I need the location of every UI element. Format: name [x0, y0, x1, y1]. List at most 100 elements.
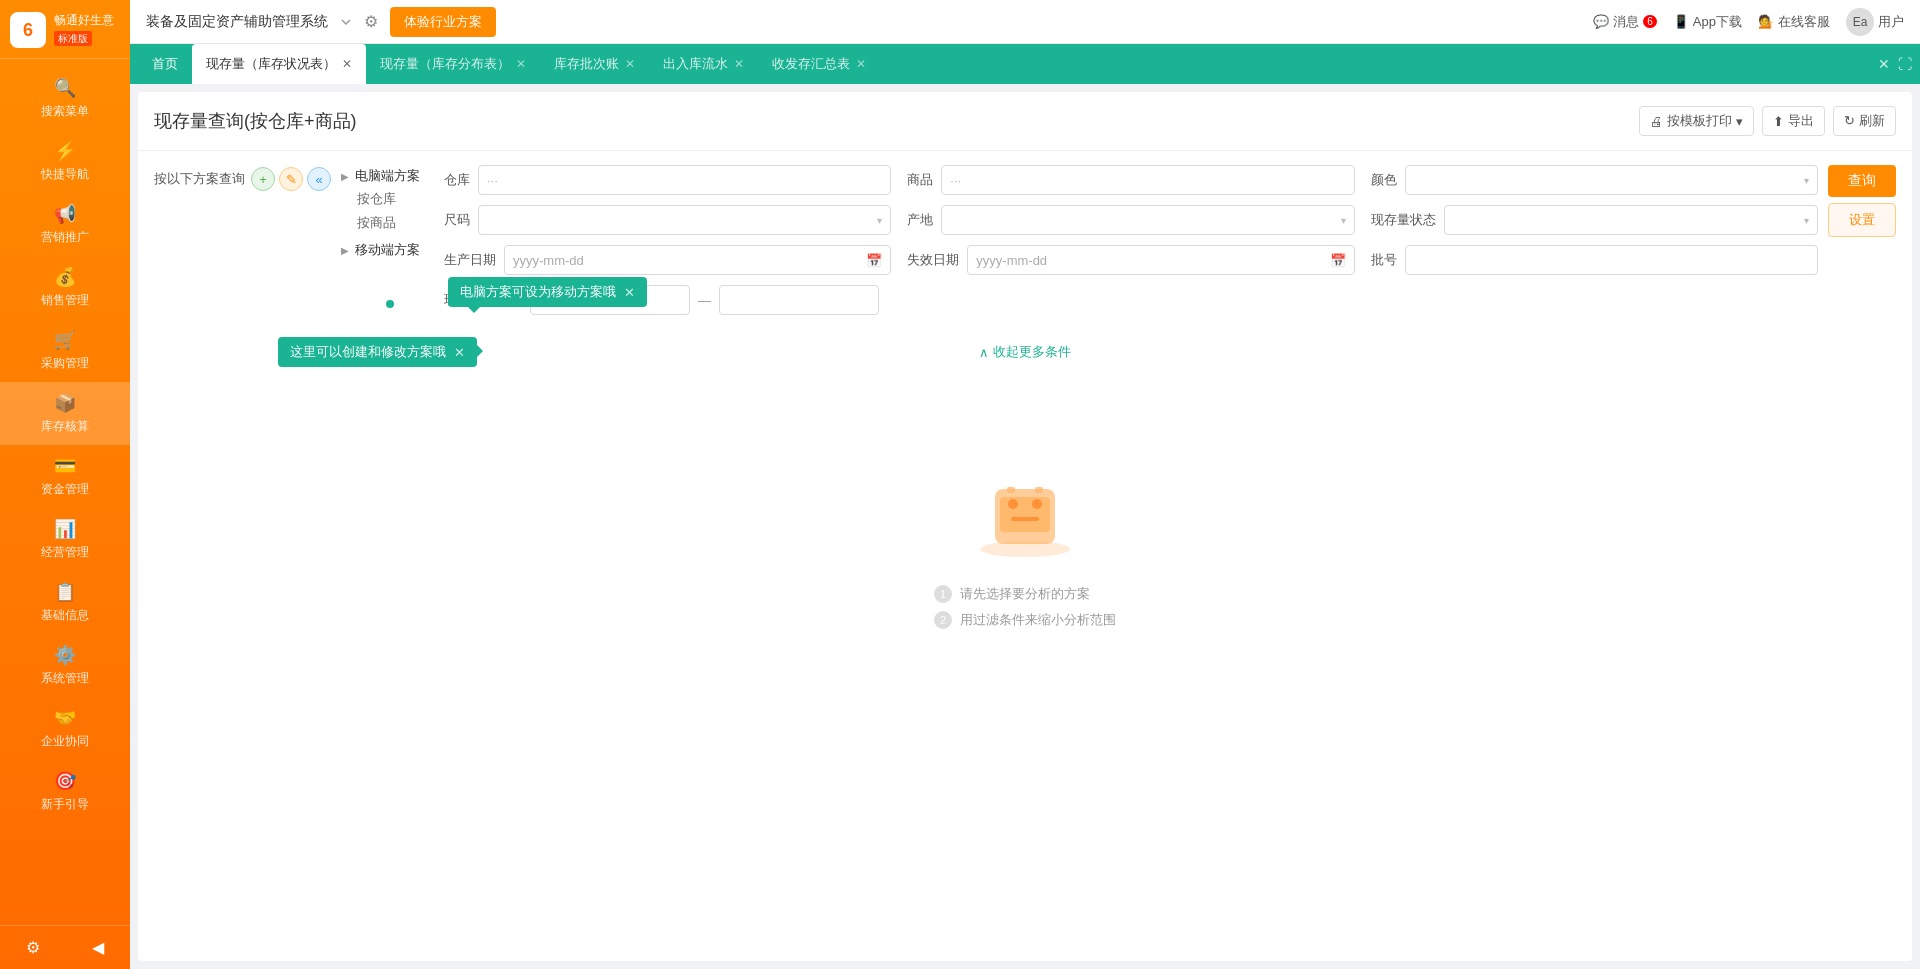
newbie-icon: 🎯 — [54, 770, 76, 792]
sidebar-settings-btn[interactable]: ⚙ — [26, 938, 40, 957]
svg-rect-7 — [1035, 487, 1043, 493]
goods-field: 商品 ··· — [907, 165, 1354, 195]
batch-label: 批号 — [1371, 251, 1397, 269]
system-select-btn[interactable] — [340, 16, 352, 28]
sidebar-bottom: ⚙ ◀ — [0, 925, 130, 969]
phone-icon: 📱 — [1673, 14, 1689, 29]
filter-fields-area: 仓库 ··· 商品 ··· — [444, 165, 1818, 325]
print-icon: 🖨 — [1650, 114, 1663, 129]
sidebar-item-search[interactable]: 🔍 搜索菜单 — [0, 67, 130, 130]
sidebar-item-enterprise[interactable]: 🤝 企业协同 — [0, 697, 130, 760]
sidebar-nav: 🔍 搜索菜单 ⚡ 快捷导航 📢 营销推广 💰 销售管理 🛒 采购管理 📦 库存核… — [0, 59, 130, 925]
scheme-item-warehouse[interactable]: 按仓库 — [357, 187, 420, 211]
tooltip-scheme-close-btn[interactable]: ✕ — [624, 285, 635, 300]
scheme-list: ▶ 电脑端方案 按仓库 按商品 — [337, 165, 420, 261]
empty-steps: 1 请先选择要分析的方案 2 用过滤条件来缩小分析范围 — [934, 585, 1116, 629]
goods-select[interactable]: ··· — [941, 165, 1354, 195]
scheme-item-goods[interactable]: 按商品 — [357, 211, 420, 235]
tab-close-all-btn[interactable]: ✕ — [1878, 56, 1890, 72]
empty-state: 1 请先选择要分析的方案 2 用过滤条件来缩小分析范围 — [138, 369, 1912, 709]
close-tab-batch-ledger[interactable]: ✕ — [625, 57, 635, 71]
refresh-icon: ↻ — [1844, 113, 1855, 128]
edit-scheme-btn[interactable]: ✎ — [279, 167, 303, 191]
close-tab-inventory-dist[interactable]: ✕ — [516, 57, 526, 71]
message-badge: 6 — [1643, 15, 1657, 28]
mobile-scheme-group: ▶ 移动端方案 — [341, 239, 420, 261]
online-service-btn[interactable]: 💁 在线客服 — [1758, 13, 1830, 31]
sidebar-item-finance[interactable]: 💳 资金管理 — [0, 445, 130, 508]
purchase-icon: 🛒 — [54, 329, 76, 351]
collapse-conditions-btn[interactable]: ∧ 收起更多条件 — [979, 343, 1071, 361]
batch-input[interactable] — [1405, 245, 1818, 275]
warehouse-select[interactable]: ··· — [478, 165, 891, 195]
tab-inventory-dist[interactable]: 现存量（库存分布表） ✕ — [366, 44, 540, 84]
service-icon: 💁 — [1758, 14, 1774, 29]
stock-main-max-input[interactable] — [719, 285, 879, 315]
mfg-date-input[interactable]: yyyy-mm-dd 📅 — [504, 245, 891, 275]
enterprise-icon: 🤝 — [54, 707, 76, 729]
header-right: 💬 消息 6 📱 App下载 💁 在线客服 Ea 用户 — [1593, 8, 1904, 36]
sidebar-item-newbie[interactable]: 🎯 新手引导 — [0, 760, 130, 823]
exp-date-input[interactable]: yyyy-mm-dd 📅 — [967, 245, 1354, 275]
tab-inventory-status[interactable]: 现存量（库存状况表） ✕ — [192, 44, 366, 84]
operation-icon: 📊 — [54, 518, 76, 540]
tab-home[interactable]: 首页 — [138, 44, 192, 84]
inventory-icon: 📦 — [54, 392, 76, 414]
tab-in-out-flow[interactable]: 出入库流水 ✕ — [649, 44, 758, 84]
sidebar-item-guide[interactable]: ⚡ 快捷导航 — [0, 130, 130, 193]
close-tab-inventory-status[interactable]: ✕ — [342, 57, 352, 71]
sidebar-item-system[interactable]: ⚙️ 系统管理 — [0, 634, 130, 697]
trial-btn[interactable]: 体验行业方案 — [390, 7, 496, 37]
content-area: 现存量查询(按仓库+商品) 🖨 按模板打印 ▾ ⬆ 导出 ↻ 刷新 — [138, 92, 1912, 961]
sidebar-item-purchase[interactable]: 🛒 采购管理 — [0, 319, 130, 382]
tab-expand-btn[interactable]: ⛶ — [1898, 56, 1912, 72]
sidebar-item-marketing[interactable]: 📢 营销推广 — [0, 193, 130, 256]
stock-status-select[interactable]: ▾ — [1444, 205, 1818, 235]
mfg-calendar-icon[interactable]: 📅 — [866, 253, 882, 268]
back-scheme-btn[interactable]: « — [307, 167, 331, 191]
exp-calendar-icon[interactable]: 📅 — [1330, 253, 1346, 268]
refresh-btn[interactable]: ↻ 刷新 — [1833, 106, 1896, 136]
svg-rect-5 — [1011, 517, 1039, 521]
mobile-scheme-header[interactable]: ▶ 移动端方案 — [341, 239, 420, 261]
mfg-date-field: 生产日期 yyyy-mm-dd 📅 — [444, 245, 891, 275]
tooltip-scheme: 电脑方案可设为移动方案哦 ✕ — [448, 277, 647, 307]
sidebar-collapse-btn[interactable]: ◀ — [92, 938, 104, 957]
sidebar-item-base[interactable]: 📋 基础信息 — [0, 571, 130, 634]
template-print-btn[interactable]: 🖨 按模板打印 ▾ — [1639, 106, 1754, 136]
goods-dots: ··· — [950, 173, 961, 188]
stock-status-field: 现存量状态 ▾ — [1371, 205, 1818, 235]
filter-row-4: 现存量（主） — — [444, 285, 1818, 315]
sidebar-item-inventory[interactable]: 📦 库存核算 — [0, 382, 130, 445]
logo-icon: 6 — [10, 12, 46, 48]
sidebar-item-operation[interactable]: 📊 经营管理 — [0, 508, 130, 571]
tooltip-create-close-btn[interactable]: ✕ — [454, 345, 465, 360]
goods-label: 商品 — [907, 171, 933, 189]
user-menu[interactable]: Ea 用户 — [1846, 8, 1904, 36]
tab-batch-ledger[interactable]: 库存批次账 ✕ — [540, 44, 649, 84]
tab-bar-actions: ✕ ⛶ — [1878, 56, 1912, 72]
sidebar-item-sales[interactable]: 💰 销售管理 — [0, 256, 130, 319]
header-settings-btn[interactable]: ⚙ — [364, 12, 378, 31]
reset-btn[interactable]: 设置 — [1828, 203, 1896, 237]
tab-collect-summary[interactable]: 收发存汇总表 ✕ — [758, 44, 880, 84]
close-tab-in-out-flow[interactable]: ✕ — [734, 57, 744, 71]
system-icon: ⚙️ — [54, 644, 76, 666]
desktop-scheme-header[interactable]: ▶ 电脑端方案 — [341, 165, 420, 187]
svg-rect-6 — [1007, 487, 1015, 493]
message-btn[interactable]: 💬 消息 6 — [1593, 13, 1657, 31]
search-btn[interactable]: 查询 — [1828, 165, 1896, 197]
size-field: 尺码 ▾ — [444, 205, 891, 235]
origin-select[interactable]: ▾ — [941, 205, 1354, 235]
empty-step-2: 2 用过滤条件来缩小分析范围 — [934, 611, 1116, 629]
size-select[interactable]: ▾ — [478, 205, 891, 235]
app-download-btn[interactable]: 📱 App下载 — [1673, 13, 1742, 31]
step-2-text: 用过滤条件来缩小分析范围 — [960, 611, 1116, 629]
add-scheme-btn[interactable]: + — [251, 167, 275, 191]
step-1-text: 请先选择要分析的方案 — [960, 585, 1090, 603]
search-buttons: 查询 设置 — [1828, 165, 1896, 237]
chevron-down-icon: ▾ — [1736, 114, 1743, 129]
color-select[interactable]: ▾ — [1405, 165, 1818, 195]
export-btn[interactable]: ⬆ 导出 — [1762, 106, 1825, 136]
close-tab-collect-summary[interactable]: ✕ — [856, 57, 866, 71]
